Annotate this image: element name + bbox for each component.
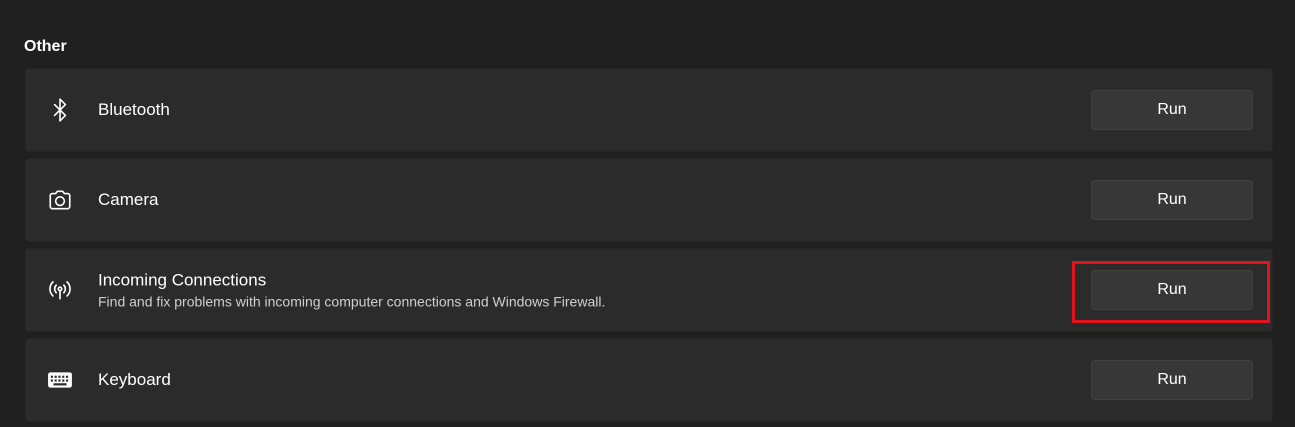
run-button-keyboard[interactable]: Run	[1091, 360, 1253, 400]
row-text: Bluetooth	[98, 99, 170, 121]
row-text: Camera	[98, 189, 158, 211]
troubleshooter-row-camera: Camera Run	[25, 158, 1273, 242]
bluetooth-icon	[46, 96, 74, 124]
row-title: Incoming Connections	[98, 270, 267, 290]
run-button-camera[interactable]: Run	[1091, 180, 1253, 220]
row-title: Camera	[98, 190, 159, 209]
row-title: Keyboard	[98, 370, 171, 389]
row-text: Keyboard	[98, 369, 171, 391]
antenna-icon	[46, 276, 74, 304]
camera-icon	[46, 186, 74, 214]
section-title: Other	[24, 38, 67, 55]
troubleshooter-row-bluetooth: Bluetooth Run	[25, 68, 1273, 152]
run-button-incoming-connections[interactable]: Run	[1091, 270, 1253, 310]
troubleshooter-row-keyboard: Keyboard Run	[25, 338, 1273, 422]
troubleshooter-row-incoming-connections: Incoming Connections Find and fix proble…	[25, 248, 1273, 332]
run-button-bluetooth[interactable]: Run	[1091, 90, 1253, 130]
keyboard-icon	[46, 366, 74, 394]
row-title: Bluetooth	[98, 100, 170, 119]
troubleshooter-other-section: Other Bluetooth Run Camera Run Incoming …	[0, 0, 1295, 427]
row-description: Find and fix problems with incoming comp…	[98, 293, 606, 310]
row-text: Incoming Connections Find and fix proble…	[98, 270, 605, 311]
